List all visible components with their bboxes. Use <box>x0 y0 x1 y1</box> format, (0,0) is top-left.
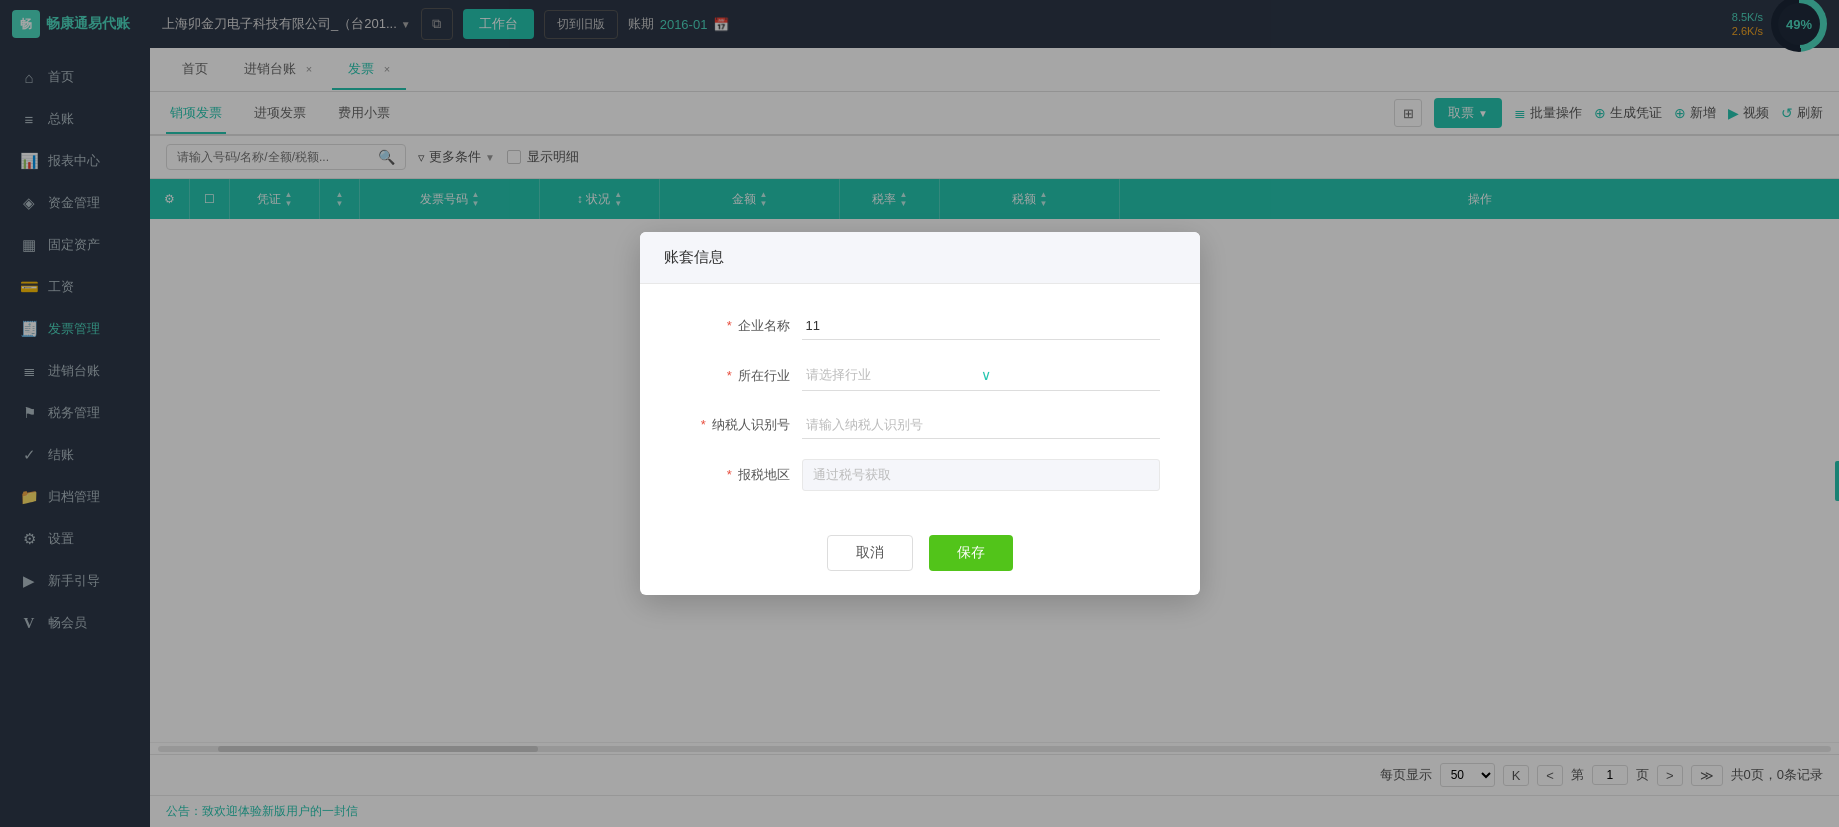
account-info-dialog: 账套信息 * 企业名称 * 所在行业 请选择行业 ∨ <box>640 232 1200 595</box>
dialog-title: 账套信息 <box>640 232 1200 284</box>
company-name-input[interactable] <box>802 312 1160 340</box>
tax-region-display: 通过税号获取 <box>802 459 1160 491</box>
modal-overlay: 账套信息 * 企业名称 * 所在行业 请选择行业 ∨ <box>0 0 1839 827</box>
required-mark-3: * <box>701 417 706 432</box>
industry-label: * 所在行业 <box>680 367 790 385</box>
dialog-body: * 企业名称 * 所在行业 请选择行业 ∨ * <box>640 284 1200 519</box>
industry-select[interactable]: 请选择行业 ∨ <box>802 360 1160 391</box>
dialog-footer: 取消 保存 <box>640 519 1200 595</box>
save-button[interactable]: 保存 <box>929 535 1013 571</box>
tax-id-row: * 纳税人识别号 <box>680 411 1160 439</box>
required-mark-2: * <box>727 368 732 383</box>
required-mark-4: * <box>727 467 732 482</box>
company-name-row: * 企业名称 <box>680 312 1160 340</box>
company-name-label: * 企业名称 <box>680 317 790 335</box>
tax-id-label: * 纳税人识别号 <box>680 416 790 434</box>
cancel-button[interactable]: 取消 <box>827 535 913 571</box>
required-mark: * <box>727 318 732 333</box>
industry-field-label: 所在行业 <box>738 368 790 383</box>
tax-region-label: * 报税地区 <box>680 466 790 484</box>
tax-region-field-label: 报税地区 <box>738 467 790 482</box>
tax-region-row: * 报税地区 通过税号获取 <box>680 459 1160 491</box>
company-name-field-label: 企业名称 <box>738 318 790 333</box>
industry-placeholder: 请选择行业 <box>806 366 981 384</box>
industry-row: * 所在行业 请选择行业 ∨ <box>680 360 1160 391</box>
tax-id-input[interactable] <box>802 411 1160 439</box>
industry-chevron-icon: ∨ <box>981 367 1156 383</box>
tax-id-field-label: 纳税人识别号 <box>712 417 790 432</box>
